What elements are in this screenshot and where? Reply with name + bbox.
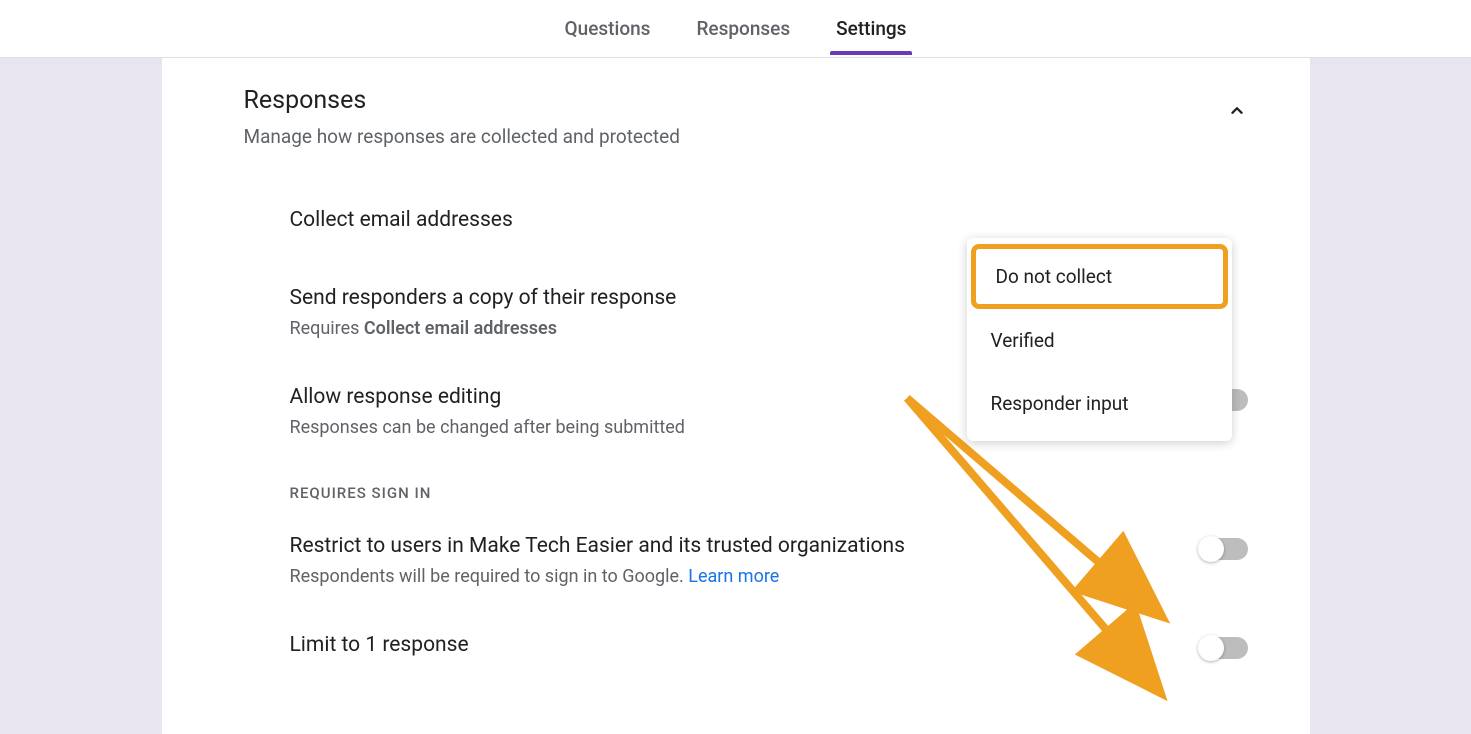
setting-collect-email-text: Collect email addresses [290,208,1248,240]
requires-signin-header: REQUIRES SIGN IN [244,484,1248,502]
tabs-bar: Questions Responses Settings [0,0,1471,58]
setting-restrict: Restrict to users in Make Tech Easier an… [244,534,1248,587]
toggle-restrict[interactable] [1200,538,1248,560]
page-background: Responses Manage how responses are colle… [0,58,1471,734]
section-title: Responses [244,86,680,115]
tab-settings[interactable]: Settings [836,3,906,54]
setting-send-copy-desc-prefix: Requires [290,318,364,339]
setting-limit: Limit to 1 response [244,633,1248,665]
setting-restrict-text: Restrict to users in Make Tech Easier an… [290,534,1200,587]
setting-collect-email: Collect email addresses [244,208,1248,240]
settings-card: Responses Manage how responses are colle… [162,58,1310,734]
collapse-icon[interactable] [1226,100,1248,126]
section-subtitle: Manage how responses are collected and p… [244,125,680,148]
learn-more-link[interactable]: Learn more [688,566,779,587]
setting-limit-label: Limit to 1 response [290,633,1200,657]
section-header-text: Responses Manage how responses are colle… [244,86,680,148]
tab-responses[interactable]: Responses [696,3,790,54]
dropdown-do-not-collect[interactable]: Do not collect [971,244,1228,309]
setting-restrict-desc: Respondents will be required to sign in … [290,566,1200,587]
setting-send-copy-desc-bold: Collect email addresses [364,318,557,339]
toggle-limit[interactable] [1200,637,1248,659]
setting-limit-text: Limit to 1 response [290,633,1200,665]
section-header: Responses Manage how responses are colle… [244,86,1248,148]
setting-restrict-desc-prefix: Respondents will be required to sign in … [290,566,689,587]
dropdown-responder-input[interactable]: Responder input [967,372,1232,435]
setting-restrict-label: Restrict to users in Make Tech Easier an… [290,534,1200,558]
dropdown-verified[interactable]: Verified [967,309,1232,372]
collect-email-dropdown: Do not collect Verified Responder input [967,238,1232,441]
setting-collect-email-label: Collect email addresses [290,208,1248,232]
tab-questions[interactable]: Questions [565,3,651,54]
